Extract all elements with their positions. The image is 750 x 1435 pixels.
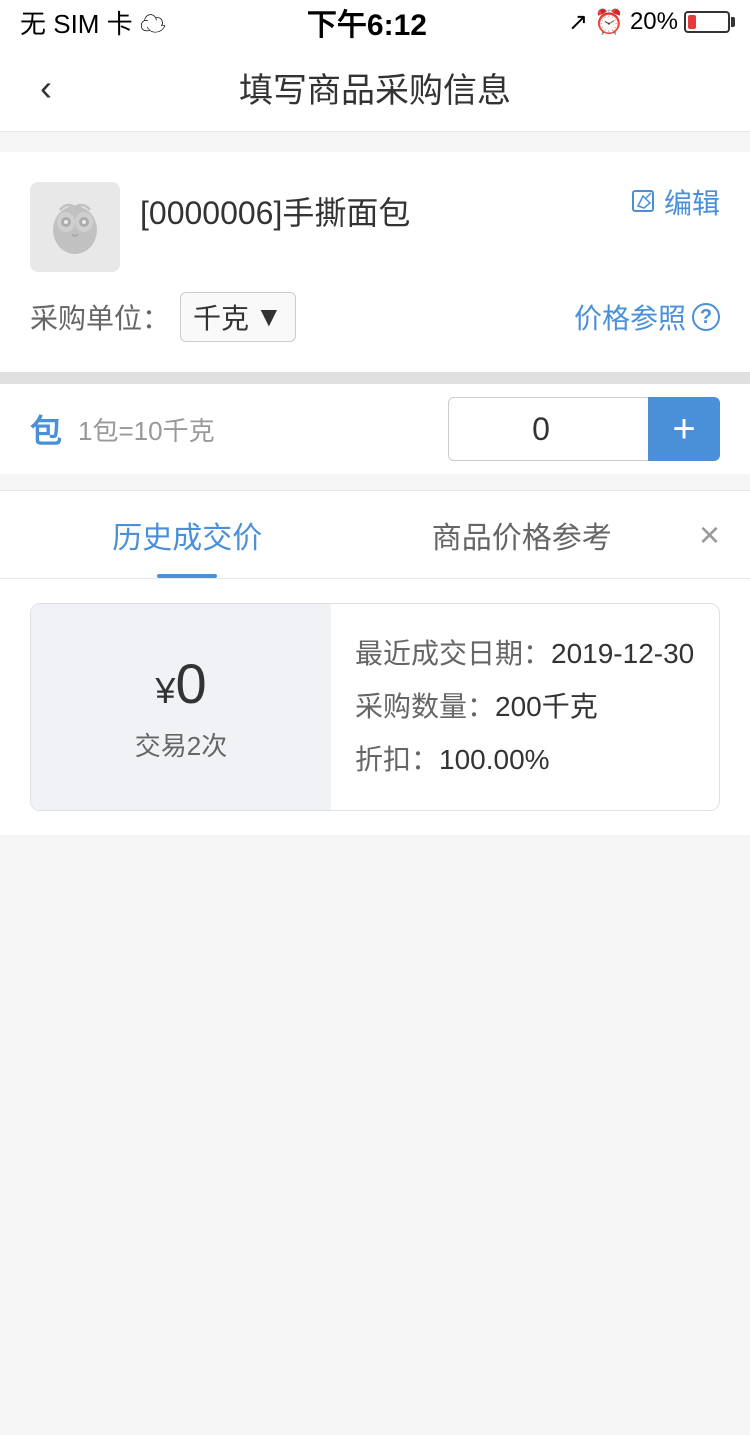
- price-card: ¥0 交易2次 最近成交日期：2019-12-30 采购数量：200千克 折扣：…: [30, 603, 720, 811]
- close-button[interactable]: ×: [689, 504, 730, 566]
- section-divider: [0, 372, 750, 384]
- discount-row: 折扣：100.00%: [355, 740, 695, 779]
- status-time: 下午6:12: [307, 0, 427, 44]
- price-card-container: ¥0 交易2次 最近成交日期：2019-12-30 采购数量：200千克 折扣：…: [0, 579, 750, 835]
- sim-status: 无 SIM 卡 ☁: [20, 4, 166, 41]
- price-amount: ¥0: [155, 651, 206, 716]
- discount-value: 100.00%: [439, 744, 550, 775]
- quantity-row: 包 1包=10千克 +: [0, 384, 750, 474]
- question-icon: ?: [692, 303, 720, 331]
- price-ref-label: 价格参照: [574, 297, 686, 337]
- purchase-qty-label: 采购数量：: [355, 691, 495, 722]
- status-left: 无 SIM 卡 ☁: [20, 4, 166, 41]
- recent-date-row: 最近成交日期：2019-12-30: [355, 634, 695, 673]
- purchase-unit-label: 采购单位：: [30, 297, 170, 337]
- page-title: 填写商品采购信息: [239, 63, 511, 112]
- quantity-input[interactable]: [448, 397, 648, 461]
- price-card-left: ¥0 交易2次: [31, 604, 331, 810]
- quantity-left: 包 1包=10千克: [30, 406, 215, 452]
- quantity-plus-button[interactable]: +: [648, 397, 720, 461]
- status-bar: 无 SIM 卡 ☁ 下午6:12 ↗ ⏰ 20%: [0, 0, 750, 44]
- dropdown-icon: ▼: [255, 301, 283, 333]
- product-card: [0000006]手撕面包 编辑 采购单位： 千克 ▼ 价格参照 ?: [0, 152, 750, 372]
- unit-conversion: 1包=10千克: [78, 411, 215, 448]
- tab-price-reference[interactable]: 商品价格参考: [354, 491, 688, 578]
- product-info: [0000006]手撕面包: [30, 182, 410, 272]
- recent-date-label: 最近成交日期：: [355, 638, 551, 669]
- purchase-qty-value: 200千克: [495, 691, 598, 722]
- bottom-panel: 历史成交价 商品价格参考 × ¥0 交易2次 最近成交日期：2019-12-30…: [0, 490, 750, 835]
- alarm-icon: ⏰: [594, 8, 624, 37]
- price-reference-button[interactable]: 价格参照 ?: [574, 297, 720, 337]
- currency-symbol: ¥: [155, 670, 175, 711]
- quantity-input-group: +: [448, 397, 720, 461]
- location-icon: ↗: [568, 8, 588, 37]
- unit-selector[interactable]: 千克 ▼: [180, 292, 296, 342]
- purchase-qty-row: 采购数量：200千克: [355, 687, 695, 726]
- back-button[interactable]: ‹: [30, 57, 62, 119]
- battery-percentage: 20%: [630, 8, 678, 36]
- battery-fill: [688, 15, 696, 29]
- product-name: [0000006]手撕面包: [140, 182, 410, 234]
- product-image: [40, 192, 110, 262]
- battery-icon: [684, 11, 730, 33]
- purchase-unit-left: 采购单位： 千克 ▼: [30, 292, 296, 342]
- product-header: [0000006]手撕面包 编辑: [30, 182, 720, 272]
- edit-icon: [630, 188, 658, 216]
- amount-value: 0: [175, 652, 206, 715]
- product-thumbnail: [30, 182, 120, 272]
- unit-value: 千克: [193, 297, 249, 337]
- trade-count: 交易2次: [135, 726, 227, 763]
- nav-bar: ‹ 填写商品采购信息: [0, 44, 750, 132]
- edit-label: 编辑: [664, 182, 720, 222]
- edit-button[interactable]: 编辑: [630, 182, 720, 222]
- recent-date-value: 2019-12-30: [551, 638, 694, 669]
- tab-bar: 历史成交价 商品价格参考 ×: [0, 491, 750, 579]
- purchase-unit-row: 采购单位： 千克 ▼ 价格参照 ?: [30, 292, 720, 342]
- status-right: ↗ ⏰ 20%: [568, 8, 730, 37]
- tab-history-price[interactable]: 历史成交价: [20, 491, 354, 578]
- main-content: [0, 835, 750, 1435]
- unit-badge: 包: [30, 406, 62, 452]
- discount-label: 折扣：: [355, 744, 439, 775]
- price-card-right: 最近成交日期：2019-12-30 采购数量：200千克 折扣：100.00%: [331, 604, 719, 810]
